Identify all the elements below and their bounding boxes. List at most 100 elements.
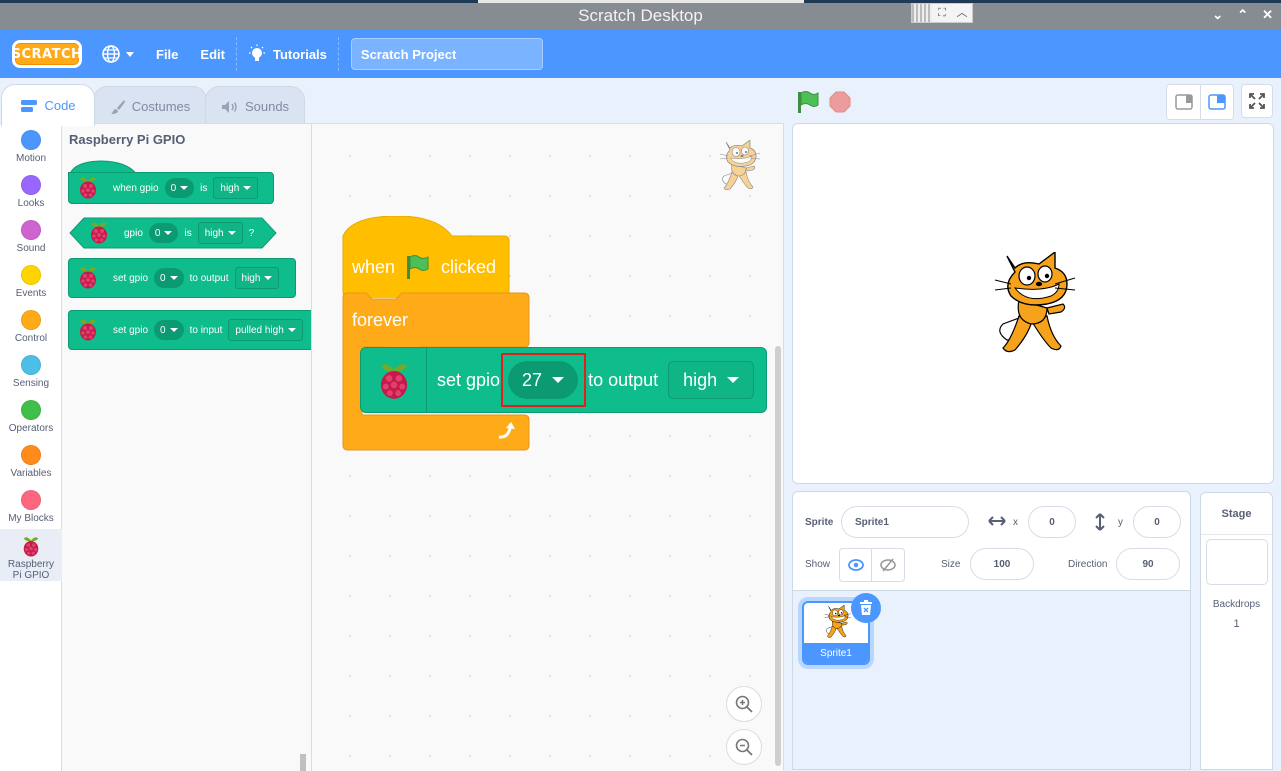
block-text: set gpio — [113, 272, 149, 284]
globe-icon — [102, 45, 120, 63]
direction-label: Direction — [1068, 559, 1108, 570]
stage-size-toggle — [1166, 84, 1234, 120]
backdrops-count: 1 — [1233, 618, 1240, 630]
scratch-logo[interactable]: SCRATCH — [12, 40, 82, 68]
delete-sprite-button[interactable] — [851, 593, 881, 623]
block-text-to-output: to output — [588, 369, 659, 390]
x-input[interactable]: 0 — [1028, 506, 1076, 538]
titlebar-mini-toolbar: ⛶ ︿ — [911, 3, 973, 23]
vertical-arrows-icon — [1095, 513, 1105, 531]
category-control[interactable]: Control — [0, 304, 62, 349]
palette-scrollbar[interactable] — [300, 754, 306, 771]
palette-block-gpio-is[interactable] — [68, 217, 278, 249]
sprite-thumbnail-cat — [824, 605, 852, 638]
stage-canvas[interactable] — [792, 123, 1274, 484]
y-input[interactable]: 0 — [1133, 506, 1181, 538]
fit-icon[interactable]: ⛶ — [932, 4, 952, 22]
gpio-state-dropdown[interactable]: high — [668, 361, 755, 399]
eye-slash-icon — [880, 558, 896, 572]
direction-input[interactable]: 90 — [1116, 548, 1180, 580]
show-label: Show — [805, 559, 831, 570]
sprite-name-input[interactable]: Sprite1 — [841, 506, 969, 538]
window-titlebar: Scratch Desktop ⛶ ︿ ⌄ ⌃ ✕ — [0, 0, 1281, 30]
block-text: when gpio — [113, 182, 159, 194]
category-events[interactable]: Events — [0, 259, 62, 304]
category-motion[interactable]: Motion — [0, 124, 62, 169]
category-sensing[interactable]: Sensing — [0, 349, 62, 394]
category-label: Looks — [17, 198, 45, 209]
sprite-cat[interactable] — [983, 252, 1083, 356]
tab-costumes[interactable]: Costumes — [93, 86, 207, 126]
palette-block-set-gpio-output[interactable]: set gpio 0 to output high — [68, 258, 296, 298]
collapse-icon[interactable]: ︿ — [952, 4, 972, 22]
menu-divider — [337, 37, 339, 71]
language-menu[interactable] — [90, 30, 145, 78]
category-looks[interactable]: Looks — [0, 169, 62, 214]
gpio-state-value: high — [683, 369, 718, 390]
category-operators[interactable]: Operators — [0, 394, 62, 439]
category-label: Motion — [15, 153, 46, 164]
state-dropdown[interactable]: high — [213, 177, 259, 199]
pull-value: pulled high — [235, 324, 284, 336]
workspace-scrollbar[interactable] — [775, 346, 781, 766]
stop-button[interactable] — [828, 90, 852, 114]
pin-dropdown[interactable]: 0 — [164, 178, 195, 198]
small-stage-button[interactable] — [1167, 85, 1200, 119]
hide-button[interactable] — [872, 549, 904, 581]
hat-text-when: when — [352, 256, 396, 277]
category-label: My Blocks — [8, 513, 54, 524]
category-color-dot — [21, 220, 41, 240]
palette-block-when-gpio[interactable]: when gpio 0 is high — [68, 172, 274, 204]
block-text-set-gpio: set gpio — [437, 369, 501, 390]
top-strip — [0, 0, 1281, 3]
pin-dropdown[interactable]: 0 — [154, 320, 184, 340]
green-flag-icon — [407, 255, 429, 279]
fullscreen-button[interactable] — [1241, 84, 1273, 118]
green-flag-button[interactable] — [796, 90, 820, 114]
normal-stage-button[interactable] — [1200, 85, 1233, 119]
caret-down-icon — [727, 377, 740, 383]
menu-edit[interactable]: Edit — [189, 30, 236, 78]
backdrop-thumbnail[interactable] — [1205, 539, 1268, 585]
category-label: Raspberry Pi GPIO — [7, 559, 55, 581]
zoom-out-button[interactable] — [726, 729, 762, 765]
maximize-button[interactable]: ⌃ — [1237, 0, 1248, 30]
lightbulb-icon — [248, 44, 265, 61]
code-icon — [21, 99, 38, 112]
stage-selector-panel[interactable]: Stage Backdrops 1 — [1200, 492, 1273, 770]
small-stage-icon — [1174, 94, 1193, 110]
minimize-button[interactable]: ⌄ — [1212, 0, 1223, 30]
raspberry-icon-wrap — [361, 347, 427, 413]
category-my-blocks[interactable]: My Blocks — [0, 484, 62, 529]
size-input[interactable]: 100 — [970, 548, 1034, 580]
tab-code[interactable]: Code — [1, 84, 95, 126]
show-button[interactable] — [840, 549, 873, 581]
tab-costumes-label: Costumes — [131, 99, 191, 114]
category-color-dot — [21, 175, 41, 195]
tab-sounds[interactable]: Sounds — [205, 86, 305, 126]
zoom-in-button[interactable] — [726, 686, 762, 722]
category-raspberry-pi-gpio[interactable]: Raspberry Pi GPIO — [0, 529, 62, 581]
raspberry-icon — [23, 537, 39, 557]
window-controls: ⌄ ⌃ ✕ — [1212, 0, 1273, 30]
fullscreen-icon — [1249, 93, 1265, 109]
menu-file[interactable]: File — [145, 30, 189, 78]
menu-tutorials[interactable]: Tutorials — [237, 30, 338, 78]
pull-dropdown[interactable]: pulled high — [228, 319, 303, 341]
project-title-input[interactable]: Scratch Project — [350, 38, 543, 70]
category-color-dot — [21, 355, 41, 375]
state-dropdown[interactable]: high — [234, 267, 280, 289]
loop-arrow-icon — [498, 422, 515, 439]
close-button[interactable]: ✕ — [1262, 0, 1273, 30]
block-text: is — [200, 182, 208, 194]
category-color-dot — [21, 490, 41, 510]
pin-dropdown[interactable]: 0 — [154, 268, 184, 288]
raspberry-icon — [77, 175, 99, 202]
hat-text-clicked: clicked — [441, 256, 497, 277]
category-sound[interactable]: Sound — [0, 214, 62, 259]
block-text: set gpio — [113, 324, 149, 336]
grid-icon[interactable] — [912, 4, 932, 22]
palette-block-set-gpio-input[interactable]: set gpio 0 to input pulled high — [68, 310, 311, 350]
category-variables[interactable]: Variables — [0, 439, 62, 484]
script-workspace[interactable]: when clicked forever set gpio 27 to outp… — [312, 124, 783, 771]
